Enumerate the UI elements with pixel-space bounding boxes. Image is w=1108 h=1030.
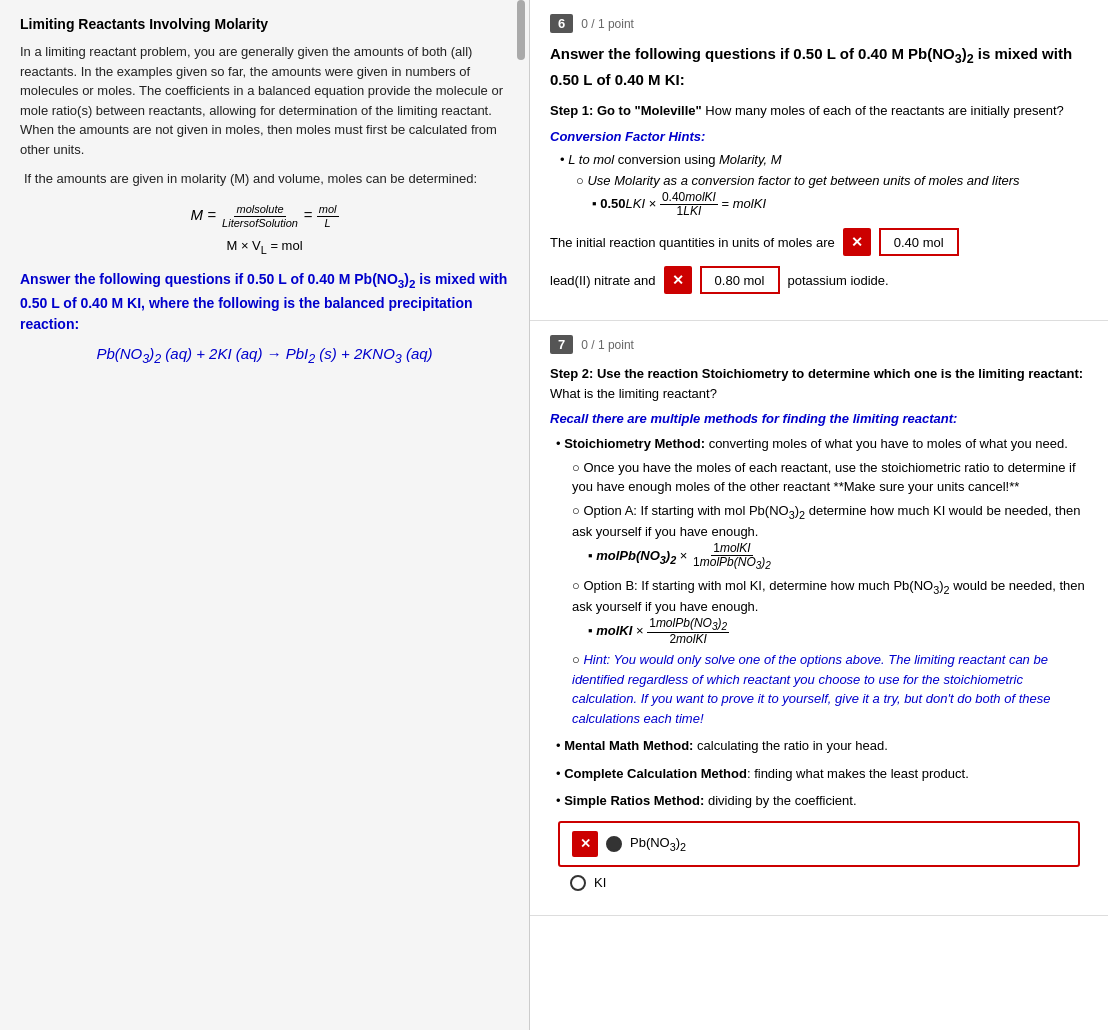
q7-recall: Recall there are multiple methods for fi… — [550, 411, 1088, 426]
q6-answer-row-1: The initial reaction quantities in units… — [550, 228, 1088, 256]
q6-answer2-prefix: lead(II) nitrate and — [550, 273, 656, 288]
q7-step-text: What is the limiting reactant? — [550, 386, 717, 401]
radio-ki-empty[interactable] — [570, 875, 586, 891]
method4-bold: Simple Ratios Method: — [564, 793, 704, 808]
scroll-bar[interactable] — [517, 0, 525, 60]
mol-fraction: 0.40molKI 1LKI — [660, 191, 718, 218]
optionA-formula: molPb(NO3)2 × 1molKI 1molPb(NO3)2 — [588, 542, 1088, 572]
question-6-block: 6 0 / 1 point Answer the following quest… — [530, 0, 1108, 321]
optionA-fraction: 1molKI 1molPb(NO3)2 — [691, 542, 773, 572]
radio-pb-filled[interactable] — [606, 836, 622, 852]
method-stoich: Stoichiometry Method: converting moles o… — [556, 434, 1088, 728]
question-7-block: 7 0 / 1 point Step 2: Use the reaction S… — [530, 321, 1108, 916]
hint1-text: L to mol — [568, 152, 614, 167]
q6-answer-input-1[interactable] — [879, 228, 959, 256]
q7-number: 7 — [550, 335, 573, 354]
hint-subsub-1: 0.50LKI × 0.40molKI 1LKI = molKI — [592, 191, 1088, 218]
hint1-molarity: Molarity, M — [719, 152, 782, 167]
method-stoich-sublist: Once you have the moles of each reactant… — [556, 458, 1088, 729]
q6-answer-input-2[interactable] — [700, 266, 780, 294]
optionB-math: molKI × 1molPb(NO3)2 2molKI — [572, 617, 1088, 647]
q7-points: 0 / 1 point — [581, 338, 634, 352]
q6-answer-prefix: The initial reaction quantities in units… — [550, 235, 835, 250]
method3-text: : finding what makes the least product. — [747, 766, 969, 781]
q6-clear-btn-2[interactable]: ✕ — [664, 266, 692, 294]
q7-step-label: Step 2: Use the reaction Stoichiometry t… — [550, 366, 1083, 381]
q6-answer2-suffix: potassium iodide. — [788, 273, 889, 288]
mol-over-l: mol L — [317, 203, 339, 230]
optionB-fraction: 1molPb(NO3)2 2molKI — [647, 617, 729, 647]
optionB-formula: molKI × 1molPb(NO3)2 2molKI — [588, 617, 1088, 647]
q6-answer-row-2: lead(II) nitrate and ✕ potassium iodide. — [550, 266, 1088, 294]
hint-item-1: L to mol conversion using Molarity, M Us… — [560, 150, 1088, 218]
method-optionB: Option B: If starting with mol KI, deter… — [572, 576, 1088, 647]
q7-methods-list: Stoichiometry Method: converting moles o… — [550, 434, 1088, 811]
reaction-formula: Pb(NO3)2 (aq) + 2KI (aq) → PbI2 (s) + 2K… — [20, 345, 509, 366]
method-mental: Mental Math Method: calculating the rati… — [556, 736, 1088, 756]
method-simple: Simple Ratios Method: dividing by the co… — [556, 791, 1088, 811]
bullet-1: If the amounts are given in molarity (M)… — [20, 169, 509, 189]
method2-text: calculating the ratio in your head. — [693, 738, 887, 753]
right-panel: 6 0 / 1 point Answer the following quest… — [530, 0, 1108, 1030]
q6-step1: Step 1: Go to "Moleville" How many moles… — [550, 101, 1088, 121]
q7-clear-radio-btn[interactable]: ✕ — [572, 831, 598, 857]
q6-hints-list: L to mol conversion using Molarity, M Us… — [550, 150, 1088, 218]
q6-conversion-hints-label: Conversion Factor Hints: — [550, 129, 1088, 144]
left-question-blue: Answer the following questions if 0.50 L… — [20, 269, 509, 334]
method-hint-italic: Hint: You would only solve one of the op… — [572, 650, 1088, 728]
method-complete: Complete Calculation Method: finding wha… — [556, 764, 1088, 784]
method1-bold: Stoichiometry Method: — [564, 436, 705, 451]
method4-text: dividing by the coefficient. — [704, 793, 856, 808]
q6-points: 0 / 1 point — [581, 17, 634, 31]
q6-header: 6 0 / 1 point — [550, 14, 1088, 33]
method3-bold: Complete Calculation Method — [564, 766, 747, 781]
q6-number: 6 — [550, 14, 573, 33]
q6-clear-btn-1[interactable]: ✕ — [843, 228, 871, 256]
hint-sublist: Use Molarity as a conversion factor to g… — [560, 171, 1088, 218]
left-title: Limiting Reactants Involving Molarity — [20, 16, 509, 32]
molarity-formula: M = molsolute LitersofSolution = mol L — [20, 203, 509, 230]
optionA-math: molPb(NO3)2 × 1molKI 1molPb(NO3)2 — [572, 542, 1088, 572]
q7-header: 7 0 / 1 point — [550, 335, 1088, 354]
q7-step: Step 2: Use the reaction Stoichiometry t… — [550, 364, 1088, 403]
q6-title: Answer the following questions if 0.50 L… — [550, 43, 1088, 91]
radio-ki-label: KI — [594, 875, 606, 890]
method1-text: converting moles of what you have to mol… — [705, 436, 1068, 451]
q7-radio-answer-box: ✕ Pb(NO3)2 — [558, 821, 1080, 867]
q6-step1-label: Step 1: Go to "Moleville" — [550, 103, 702, 118]
intro-text: In a limiting reactant problem, you are … — [20, 42, 509, 159]
radio-pb-label: Pb(NO3)2 — [630, 835, 686, 853]
q7-radio-ki-row: KI — [558, 867, 1080, 899]
left-panel: Limiting Reactants Involving Molarity In… — [0, 0, 530, 1030]
method-stoich-sub1: Once you have the moles of each reactant… — [572, 458, 1088, 497]
mol-formula-line: M × VL = mol — [20, 238, 509, 256]
hint-subsublist: 0.50LKI × 0.40molKI 1LKI = molKI — [576, 191, 1088, 218]
method-optionA: Option A: If starting with mol Pb(NO3)2 … — [572, 501, 1088, 572]
molarity-fraction: molsolute LitersofSolution — [220, 203, 300, 230]
method2-bold: Mental Math Method: — [564, 738, 693, 753]
q6-step1-text: How many moles of each of the reactants … — [702, 103, 1064, 118]
hint-sub-1: Use Molarity as a conversion factor to g… — [576, 171, 1088, 218]
